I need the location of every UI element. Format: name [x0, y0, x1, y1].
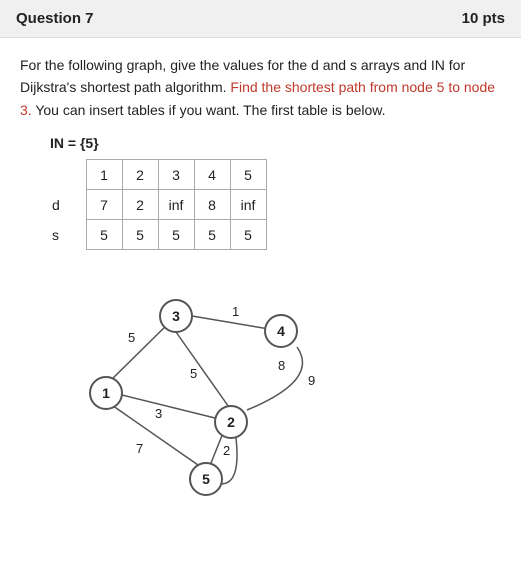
graph-svg: 5 1 5 9 3 7 2 8 1 2 3	[40, 270, 360, 500]
edge-label-4-2-arc: 8	[278, 358, 285, 373]
d-4: 8	[194, 190, 230, 220]
col-header-2: 2	[122, 160, 158, 190]
node-3-label: 3	[172, 308, 180, 324]
edge-label-2-5: 2	[223, 443, 230, 458]
s-2: 5	[122, 220, 158, 250]
row-label-s: s	[50, 220, 86, 250]
node-1-label: 1	[102, 385, 110, 401]
table-header-row: 1 2 3 4 5	[50, 160, 266, 190]
s-1: 5	[86, 220, 122, 250]
in-set-label: IN = {5}	[50, 135, 501, 151]
edge-label-1-2: 3	[155, 406, 162, 421]
question-description: For the following graph, give the values…	[20, 54, 501, 121]
graph-container: 5 1 5 9 3 7 2 8 1 2 3	[40, 270, 360, 500]
content-area: For the following graph, give the values…	[0, 38, 521, 516]
edge-label-1-3: 5	[128, 330, 135, 345]
edge-label-3-4: 1	[232, 304, 239, 319]
table-corner-cell	[50, 160, 86, 190]
s-3: 5	[158, 220, 194, 250]
d-1: 7	[86, 190, 122, 220]
s-5: 5	[230, 220, 266, 250]
node-4-label: 4	[277, 323, 285, 339]
dijkstra-table: 1 2 3 4 5 d 7 2 inf 8 inf s 5 5 5 5 5	[50, 159, 267, 250]
points-label: 10 pts	[462, 10, 505, 27]
d-3: inf	[158, 190, 194, 220]
question-title: Question 7	[16, 10, 94, 27]
row-label-d: d	[50, 190, 86, 220]
highlight-text: Find the shortest path from node 5 to no…	[20, 79, 495, 117]
col-header-1: 1	[86, 160, 122, 190]
table-row-s: s 5 5 5 5 5	[50, 220, 266, 250]
edge-label-1-5: 7	[136, 441, 143, 456]
col-header-4: 4	[194, 160, 230, 190]
node-5-label: 5	[202, 471, 210, 487]
d-5: inf	[230, 190, 266, 220]
node-2-label: 2	[227, 414, 235, 430]
edge-label-3-2: 5	[190, 366, 197, 381]
edge-label-4-2: 9	[308, 373, 315, 388]
col-header-3: 3	[158, 160, 194, 190]
question-header: Question 7 10 pts	[0, 0, 521, 38]
table-row-d: d 7 2 inf 8 inf	[50, 190, 266, 220]
col-header-5: 5	[230, 160, 266, 190]
s-4: 5	[194, 220, 230, 250]
d-2: 2	[122, 190, 158, 220]
